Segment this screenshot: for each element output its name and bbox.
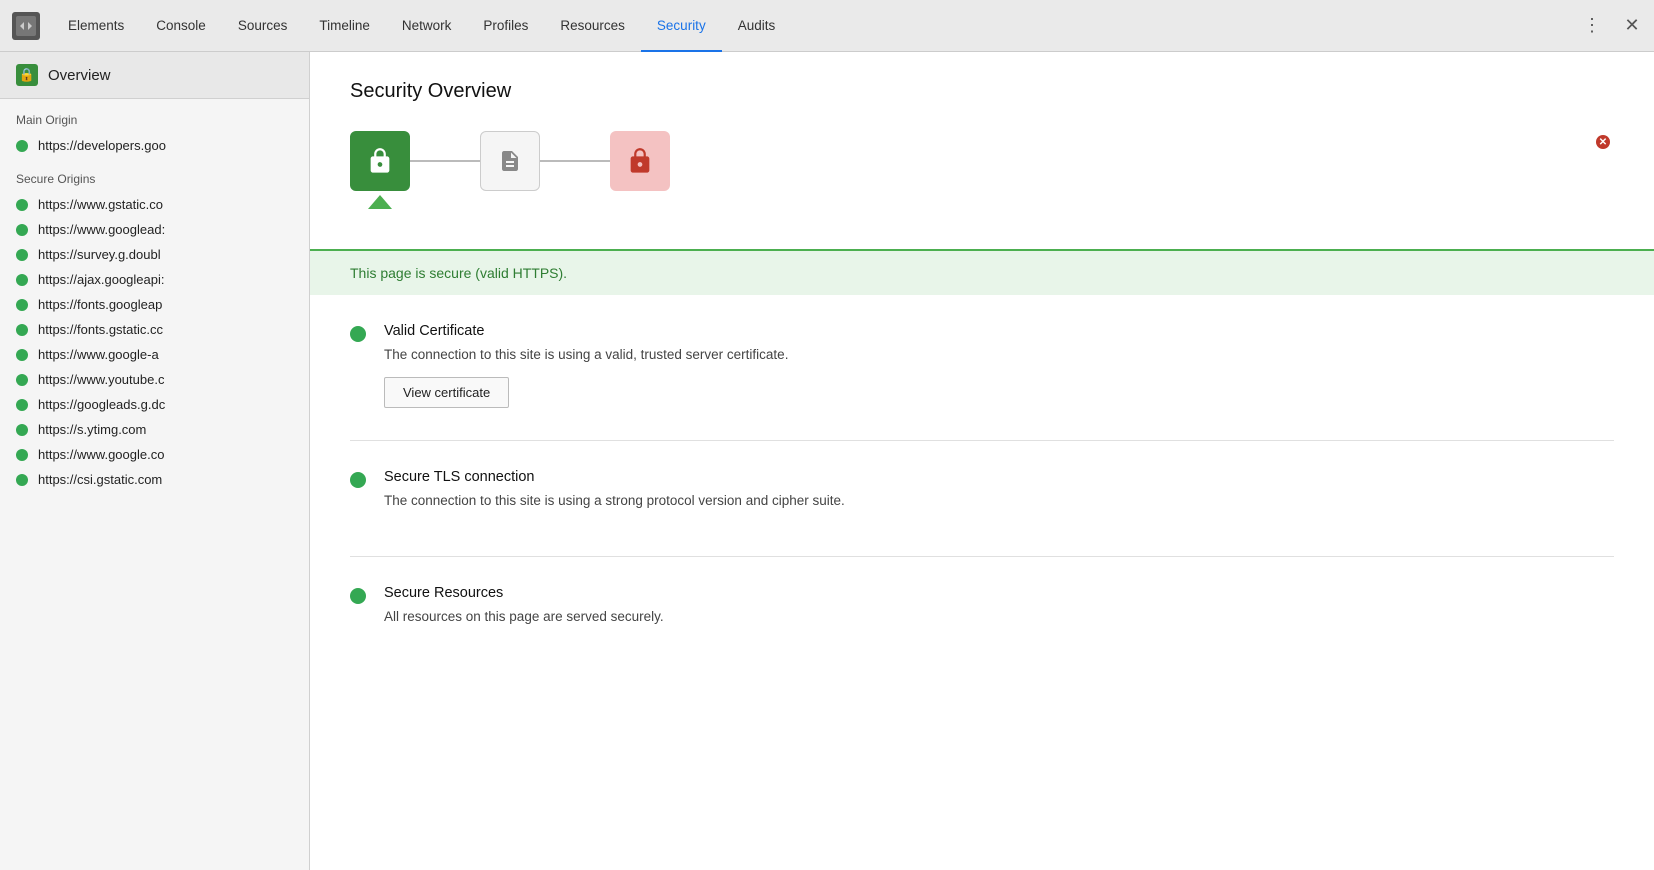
content-inner: Security Overview <box>310 52 1654 711</box>
main-origin-item[interactable]: https://developers.goo <box>0 133 309 158</box>
document-icon <box>480 131 540 191</box>
more-options-button[interactable]: ⋮ <box>1578 12 1606 40</box>
tls-desc: The connection to this site is using a s… <box>384 491 845 511</box>
content-panel: Security Overview <box>310 52 1654 870</box>
tls-status-dot <box>350 472 366 488</box>
tls-title: Secure TLS connection <box>384 469 845 485</box>
secure-origin-dot <box>16 249 28 261</box>
sidebar: 🔒 Overview Main Origin https://developer… <box>0 52 310 870</box>
certificate-status-dot <box>350 326 366 342</box>
secure-origin-dot <box>16 299 28 311</box>
secure-origin-url: https://www.gstatic.co <box>38 197 163 212</box>
main-origin-section-label: Main Origin <box>0 99 309 133</box>
tab-bar-actions: ⋮ ✕ <box>1578 12 1646 40</box>
secure-origin-url: https://googleads.g.dc <box>38 397 165 412</box>
tab-audits[interactable]: Audits <box>722 0 792 52</box>
certificate-body: Valid Certificate The connection to this… <box>384 323 788 408</box>
security-diagram: ✕ <box>350 131 1614 219</box>
secure-origin-dot <box>16 324 28 336</box>
list-item[interactable]: https://s.ytimg.com <box>0 417 309 442</box>
list-item[interactable]: https://csi.gstatic.com <box>0 467 309 492</box>
tab-console[interactable]: Console <box>140 0 222 52</box>
tab-network[interactable]: Network <box>386 0 468 52</box>
tab-elements[interactable]: Elements <box>52 0 140 52</box>
list-item[interactable]: https://survey.g.doubl <box>0 242 309 267</box>
sidebar-overview-label: Overview <box>48 67 111 84</box>
resources-status-dot <box>350 588 366 604</box>
secure-origin-dot <box>16 424 28 436</box>
tls-body: Secure TLS connection The connection to … <box>384 469 845 523</box>
divider-2 <box>350 556 1614 557</box>
diagram-line-1 <box>410 160 480 162</box>
secure-banner: This page is secure (valid HTTPS). <box>310 249 1654 295</box>
tab-timeline[interactable]: Timeline <box>303 0 386 52</box>
list-item[interactable]: https://fonts.gstatic.cc <box>0 317 309 342</box>
list-item[interactable]: https://googleads.g.dc <box>0 392 309 417</box>
certificate-desc: The connection to this site is using a v… <box>384 345 788 365</box>
secure-origin-url: https://www.googlead: <box>38 222 165 237</box>
secure-origin-dot <box>16 474 28 486</box>
security-diagram-wrapper: ✕ <box>350 131 1614 219</box>
divider-1 <box>350 440 1614 441</box>
secure-origin-dot <box>16 199 28 211</box>
list-item[interactable]: https://ajax.googleapi: <box>0 267 309 292</box>
list-item[interactable]: https://www.youtube.c <box>0 367 309 392</box>
secure-origin-url: https://fonts.gstatic.cc <box>38 322 163 337</box>
resources-title: Secure Resources <box>384 585 664 601</box>
secure-origin-url: https://fonts.googleap <box>38 297 162 312</box>
main-layout: 🔒 Overview Main Origin https://developer… <box>0 52 1654 870</box>
list-item[interactable]: https://fonts.googleap <box>0 292 309 317</box>
diagram-arrow <box>368 195 392 209</box>
list-item[interactable]: https://www.google-a <box>0 342 309 367</box>
secure-origin-url: https://www.youtube.c <box>38 372 164 387</box>
diagram-line-2 <box>540 160 610 162</box>
secure-banner-text: This page is secure (valid HTTPS). <box>350 265 567 281</box>
secure-lock-icon <box>350 131 410 191</box>
secure-origin-url: https://ajax.googleapi: <box>38 272 164 287</box>
secure-origin-url: https://csi.gstatic.com <box>38 472 162 487</box>
secure-origin-url: https://www.google-a <box>38 347 159 362</box>
tab-bar: Elements Console Sources Timeline Networ… <box>0 0 1654 52</box>
secure-origin-dot <box>16 449 28 461</box>
main-origin-url: https://developers.goo <box>38 138 166 153</box>
resources-body: Secure Resources All resources on this p… <box>384 585 664 639</box>
view-certificate-button[interactable]: View certificate <box>384 377 509 408</box>
certificate-item: Valid Certificate The connection to this… <box>350 323 1614 408</box>
tls-item: Secure TLS connection The connection to … <box>350 469 1614 523</box>
devtools-logo <box>8 8 44 44</box>
list-item[interactable]: https://www.google.co <box>0 442 309 467</box>
sidebar-overview-item[interactable]: 🔒 Overview <box>0 52 309 99</box>
resources-desc: All resources on this page are served se… <box>384 607 664 627</box>
tab-security[interactable]: Security <box>641 0 722 52</box>
certificate-title: Valid Certificate <box>384 323 788 339</box>
page-title: Security Overview <box>350 80 1614 103</box>
close-button[interactable]: ✕ <box>1618 12 1646 40</box>
tab-sources[interactable]: Sources <box>222 0 304 52</box>
overview-lock-icon: 🔒 <box>16 64 38 86</box>
insecure-lock-icon: ✕ <box>610 131 670 191</box>
tab-profiles[interactable]: Profiles <box>467 0 544 52</box>
secure-origin-dot <box>16 349 28 361</box>
secure-origin-url: https://s.ytimg.com <box>38 422 146 437</box>
tab-resources[interactable]: Resources <box>544 0 641 52</box>
list-item[interactable]: https://www.googlead: <box>0 217 309 242</box>
secure-origin-url: https://survey.g.doubl <box>38 247 161 262</box>
secure-origin-dot <box>16 274 28 286</box>
resources-item: Secure Resources All resources on this p… <box>350 585 1614 639</box>
secure-origin-dot <box>16 224 28 236</box>
secure-origin-url: https://www.google.co <box>38 447 164 462</box>
main-origin-dot <box>16 140 28 152</box>
secure-origins-section-label: Secure Origins <box>0 158 309 192</box>
list-item[interactable]: https://www.gstatic.co <box>0 192 309 217</box>
lock-icon-wrapper <box>350 131 410 191</box>
secure-origin-dot <box>16 399 28 411</box>
secure-origin-dot <box>16 374 28 386</box>
